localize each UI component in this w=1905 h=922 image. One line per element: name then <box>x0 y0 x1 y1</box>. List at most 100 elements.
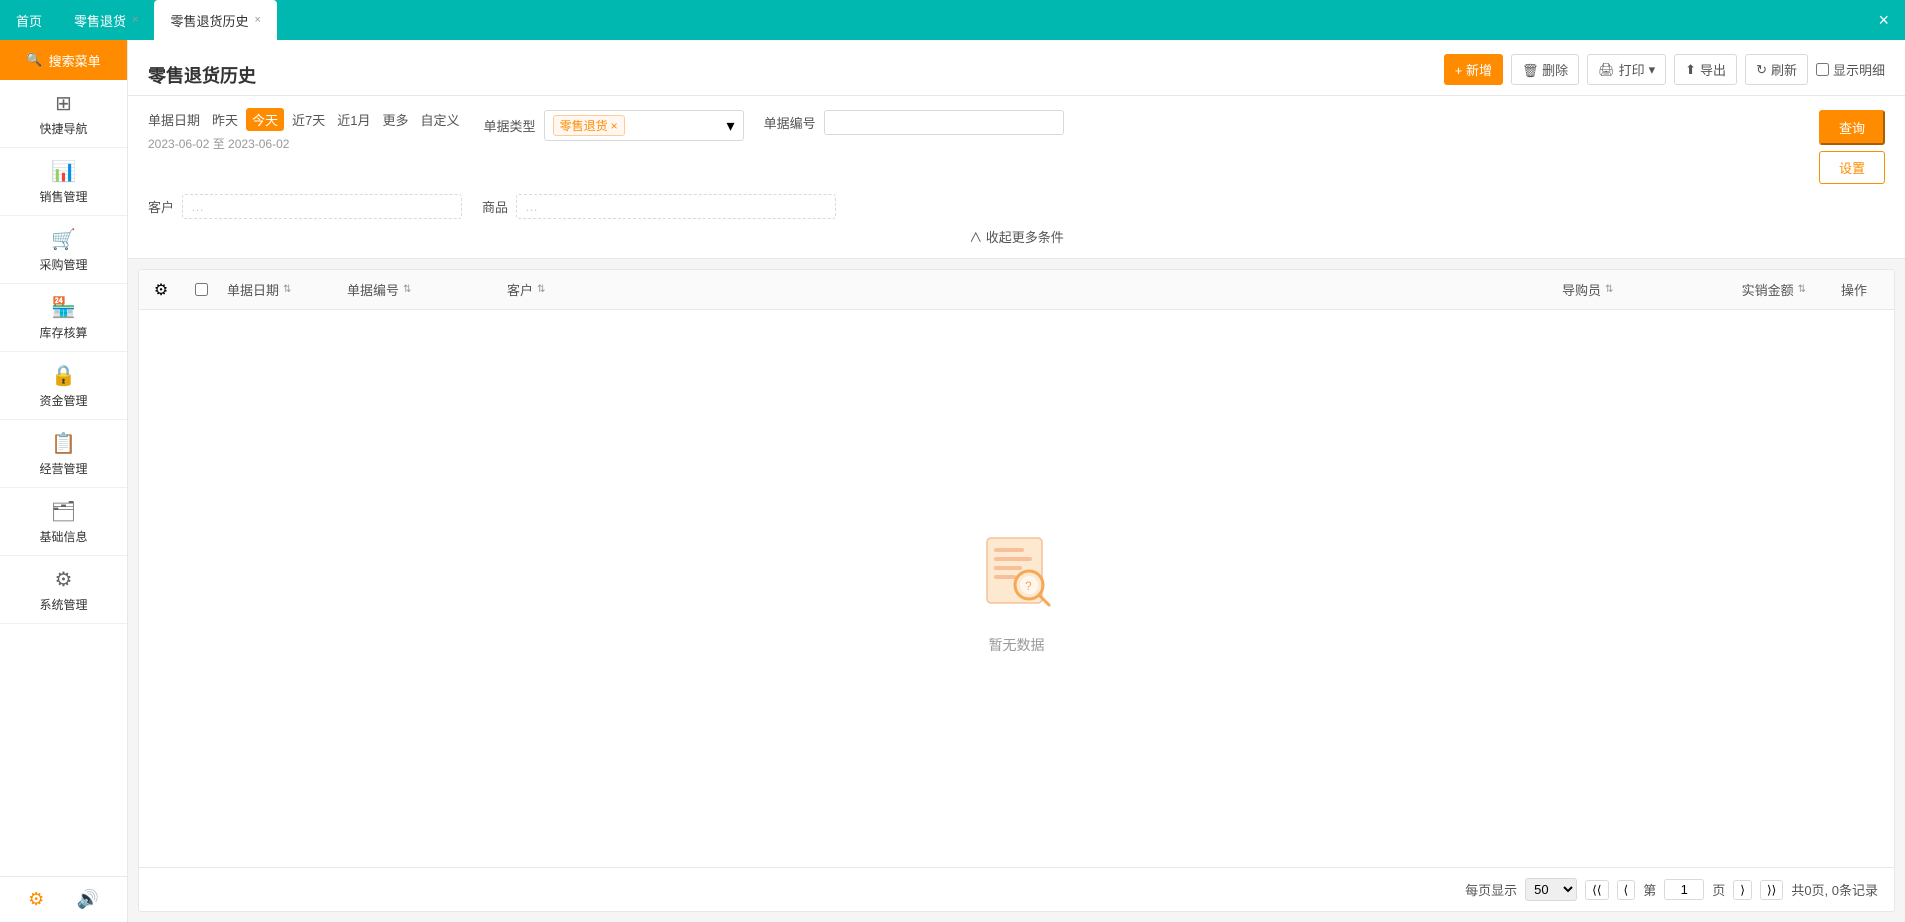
refresh-button[interactable]: ↻ 刷新 <box>1745 54 1808 85</box>
svg-text:?: ? <box>1025 579 1032 593</box>
pagination: 每页显示 50 10 20 100 ⟨⟨ ⟨ 第 页 ⟩ ⟩⟩ 共0页, 0条记… <box>139 867 1894 911</box>
system-icon: ⚙ <box>55 567 73 592</box>
sidebar-items: ⊞ 快捷导航 📊 销售管理 🛒 采购管理 🏪 库存核算 🔒 资金管理 📋 <box>0 80 127 876</box>
refresh-icon: ↻ <box>1756 62 1767 78</box>
sort-guide-icon: ⇅ <box>1605 284 1613 295</box>
type-dropdown-icon: ▾ <box>727 116 735 136</box>
date-last1m[interactable]: 近1月 <box>333 108 374 131</box>
sidebar-item-inventory[interactable]: 🏪 库存核算 <box>0 284 127 352</box>
tab-home[interactable]: 首页 <box>0 0 58 40</box>
table-area: ⚙ 单据日期 ⇅ 单据编号 ⇅ 客户 ⇅ 导购员 ⇅ <box>138 269 1895 912</box>
audio-footer-btn[interactable]: 🔊 <box>76 889 98 910</box>
type-filter-label: 单据类型 <box>484 116 536 135</box>
empty-state: ? 暂无数据 <box>139 310 1894 867</box>
sidebar: 🔍 搜索菜单 ⊞ 快捷导航 📊 销售管理 🛒 采购管理 🏪 库存核算 🔒 <box>0 40 128 922</box>
empty-text: 暂无数据 <box>989 635 1045 655</box>
sidebar-item-finance[interactable]: 🔒 资金管理 <box>0 352 127 420</box>
sidebar-item-basic-info[interactable]: 🗂 基础信息 <box>0 488 127 556</box>
sidebar-footer: ⚙ 🔊 <box>0 876 127 922</box>
th-date[interactable]: 单据日期 ⇅ <box>219 280 339 299</box>
table-header: ⚙ 单据日期 ⇅ 单据编号 ⇅ 客户 ⇅ 导购员 ⇅ <box>139 270 1894 310</box>
th-guide[interactable]: 导购员 ⇅ <box>1554 280 1694 299</box>
export-button[interactable]: ⬆ 导出 <box>1674 54 1737 85</box>
th-amount[interactable]: 实销金额 ⇅ <box>1694 280 1814 299</box>
print-button[interactable]: 🖨 打印 ▾ <box>1587 54 1666 85</box>
close-tab-retail-return[interactable]: × <box>132 14 138 26</box>
sidebar-item-quick-nav[interactable]: ⊞ 快捷导航 <box>0 80 127 148</box>
customer-input[interactable]: … <box>182 194 462 219</box>
type-tag[interactable]: 零售退货 × <box>553 115 625 136</box>
sidebar-item-purchase-mgmt[interactable]: 🛒 采购管理 <box>0 216 127 284</box>
sidebar-item-system[interactable]: ⚙ 系统管理 <box>0 556 127 624</box>
inventory-icon: 🏪 <box>51 295 76 320</box>
table-select-all[interactable] <box>183 283 219 296</box>
tab-retail-return-history[interactable]: 零售退货历史 × <box>154 0 276 40</box>
type-tag-close[interactable]: × <box>611 119 618 133</box>
main-layout: 🔍 搜索菜单 ⊞ 快捷导航 📊 销售管理 🛒 采购管理 🏪 库存核算 🔒 <box>0 40 1905 922</box>
date-today[interactable]: 今天 <box>246 108 284 131</box>
date-filter-label: 单据日期 <box>148 110 200 129</box>
page-label: 第 <box>1643 880 1656 899</box>
page-header: 零售退货历史 + 新增 🗑 删除 🖨 打印 ▾ ⬆ 导出 ↻ 刷新 <box>128 40 1905 96</box>
sort-customer-icon: ⇅ <box>537 284 545 295</box>
table-settings-btn[interactable]: ⚙ <box>139 280 183 300</box>
content-area: 零售退货历史 + 新增 🗑 删除 🖨 打印 ▾ ⬆ 导出 ↻ 刷新 <box>128 40 1905 922</box>
filter-area: 单据日期 昨天 今天 近7天 近1月 更多 自定义 2023-06-02 至 2… <box>128 96 1905 259</box>
query-button[interactable]: 查询 <box>1819 110 1885 145</box>
goods-input[interactable]: … <box>516 194 836 219</box>
page-title: 零售退货历史 <box>148 62 256 88</box>
sidebar-item-sales-mgmt[interactable]: 📊 销售管理 <box>0 148 127 216</box>
collapse-button[interactable]: ∧ 收起更多条件 <box>969 227 1064 246</box>
basic-info-icon: 🗂 <box>51 499 76 524</box>
first-page-btn[interactable]: ⟨⟨ <box>1585 880 1608 900</box>
next-page-btn[interactable]: ⟩ <box>1733 880 1752 900</box>
total-records: 共0页, 0条记录 <box>1791 880 1878 899</box>
display-toggle-checkbox[interactable] <box>1816 63 1829 76</box>
top-nav: 首页 零售退货 × 零售退货历史 × × <box>0 0 1905 40</box>
page-size-select[interactable]: 50 10 20 100 <box>1525 878 1577 901</box>
th-number[interactable]: 单据编号 ⇅ <box>339 280 499 299</box>
goods-filter-label: 商品 <box>482 197 508 216</box>
empty-illustration: ? <box>967 523 1067 623</box>
tab-retail-return[interactable]: 零售退货 × <box>58 0 154 40</box>
number-filter-label: 单据编号 <box>764 113 816 132</box>
date-last7[interactable]: 近7天 <box>288 108 329 131</box>
th-customer[interactable]: 客户 ⇅ <box>499 280 1554 299</box>
page-actions: + 新增 🗑 删除 🖨 打印 ▾ ⬆ 导出 ↻ 刷新 显示明细 <box>1444 54 1885 95</box>
last-page-btn[interactable]: ⟩⟩ <box>1760 880 1783 900</box>
sales-icon: 📊 <box>51 159 76 184</box>
setting-button[interactable]: 设置 <box>1819 151 1885 184</box>
finance-icon: 🔒 <box>51 363 76 388</box>
sort-number-icon: ⇅ <box>403 284 411 295</box>
purchase-icon: 🛒 <box>51 227 76 252</box>
type-selector[interactable]: 零售退货 × ▾ <box>544 110 744 141</box>
prev-page-btn[interactable]: ⟨ <box>1617 880 1636 900</box>
sort-date-icon: ⇅ <box>283 284 291 295</box>
sidebar-search[interactable]: 🔍 搜索菜单 <box>0 40 127 80</box>
select-all-checkbox[interactable] <box>195 283 208 296</box>
page-size-label: 每页显示 <box>1465 880 1517 899</box>
number-input[interactable] <box>824 110 1064 135</box>
display-toggle[interactable]: 显示明细 <box>1816 60 1885 79</box>
sort-amount-icon: ⇅ <box>1798 284 1806 295</box>
nav-tabs: 首页 零售退货 × 零售退货历史 × <box>0 0 1862 40</box>
print-icon: 🖨 <box>1598 62 1615 78</box>
th-operation: 操作 <box>1814 280 1894 299</box>
window-close-button[interactable]: × <box>1862 10 1905 31</box>
sidebar-item-operations[interactable]: 📋 经营管理 <box>0 420 127 488</box>
settings-footer-btn[interactable]: ⚙ <box>28 889 44 910</box>
date-range-display: 2023-06-02 至 2023-06-02 <box>148 135 464 152</box>
search-icon: 🔍 <box>26 52 42 68</box>
date-yesterday[interactable]: 昨天 <box>208 108 242 131</box>
delete-button[interactable]: 🗑 删除 <box>1511 54 1579 85</box>
new-button[interactable]: + 新增 <box>1444 54 1503 85</box>
page-unit: 页 <box>1712 880 1725 899</box>
close-tab-retail-return-history[interactable]: × <box>254 14 260 26</box>
operations-icon: 📋 <box>51 431 76 456</box>
date-more[interactable]: 更多 <box>379 108 413 131</box>
customer-filter-label: 客户 <box>148 197 174 216</box>
date-custom[interactable]: 自定义 <box>417 108 464 131</box>
print-dropdown-icon: ▾ <box>1649 62 1656 78</box>
page-number-input[interactable] <box>1664 879 1704 900</box>
quick-nav-icon: ⊞ <box>55 91 72 116</box>
